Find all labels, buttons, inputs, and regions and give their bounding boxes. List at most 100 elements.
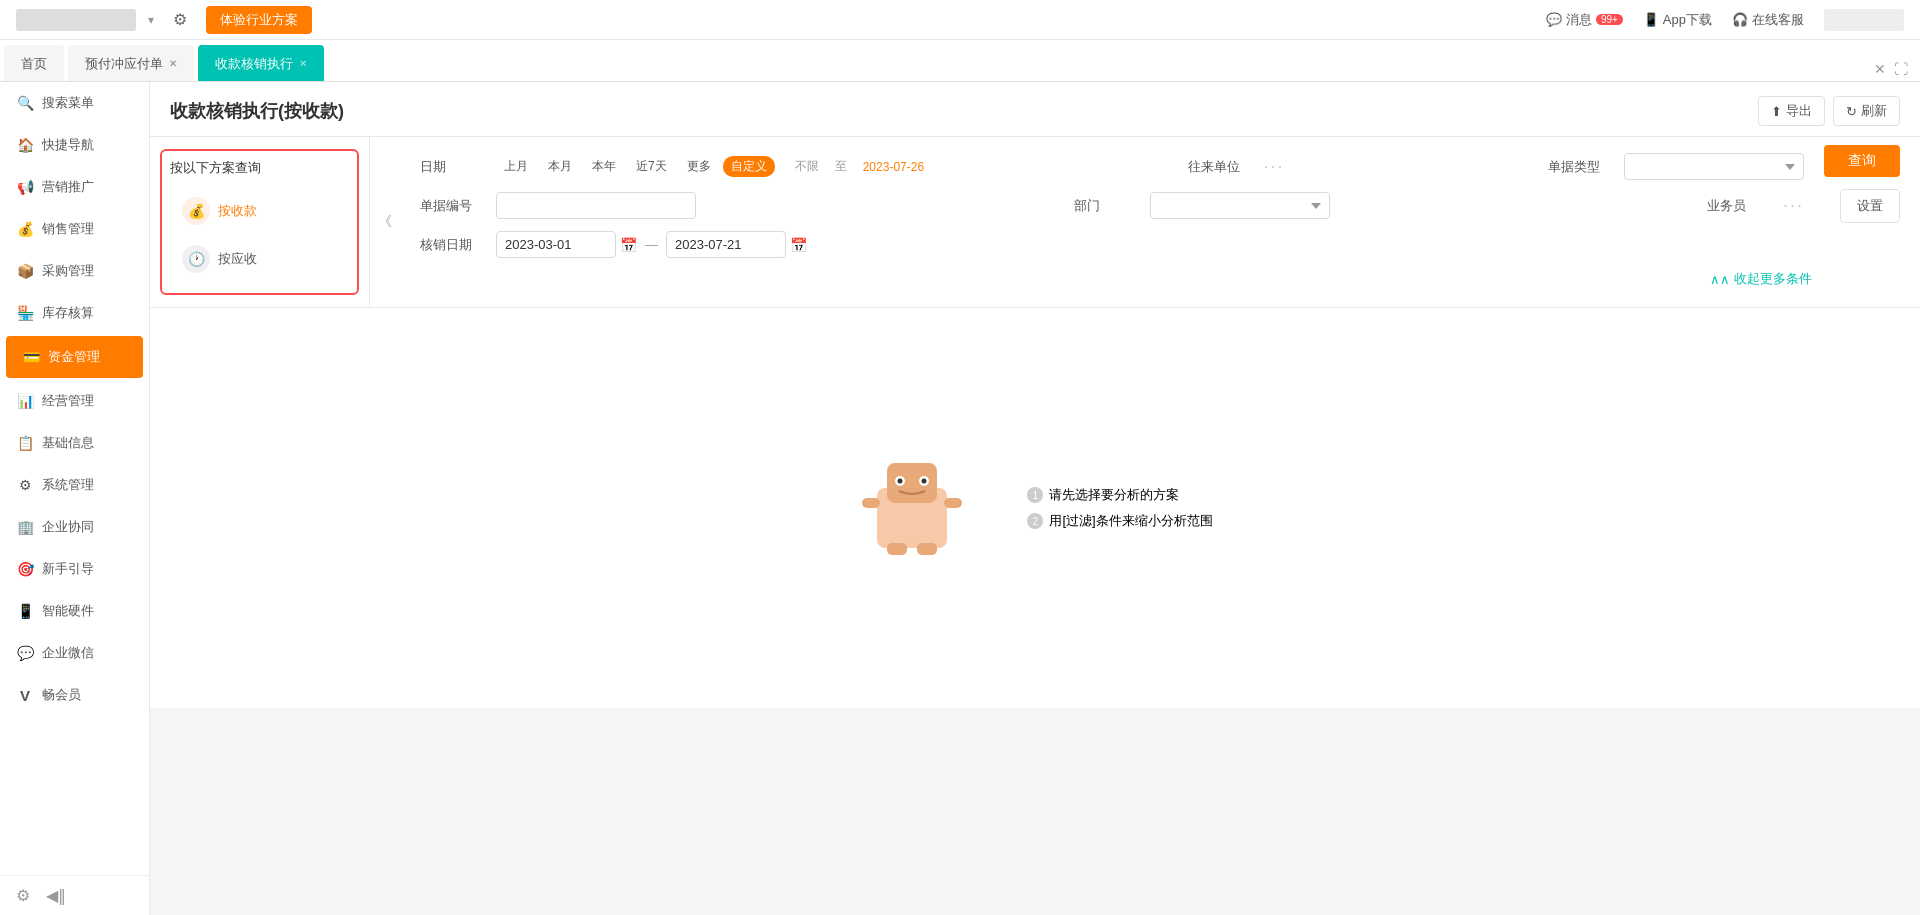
tab-receipt-label: 收款核销执行	[215, 55, 293, 73]
sidebar-item-marketing[interactable]: 📢 营销推广	[0, 166, 149, 208]
sidebar-item-search-menu[interactable]: 🔍 搜索菜单	[0, 82, 149, 124]
custom-date-badge[interactable]: 自定义	[723, 156, 775, 177]
service-icon: 🎧	[1732, 12, 1748, 27]
tab-prepay-close[interactable]: ✕	[169, 58, 177, 69]
online-service-button[interactable]: 🎧 在线客服	[1732, 11, 1804, 29]
sidebar-item-quick-nav[interactable]: 🏠 快捷导航	[0, 124, 149, 166]
date-to-value: 2023-07-26	[863, 160, 924, 174]
sidebar-item-guide[interactable]: 🎯 新手引导	[0, 548, 149, 590]
refresh-icon: ↻	[1846, 104, 1857, 119]
sidebar-item-search-menu-label: 搜索菜单	[42, 94, 94, 112]
tab-receipt-close[interactable]: ✕	[299, 58, 307, 69]
more-date-btn[interactable]: 更多	[679, 156, 719, 177]
action-buttons-col: 查询 设置	[1824, 137, 1920, 307]
filter-option-receivable[interactable]: 🕐 按应收	[170, 237, 349, 281]
collapse-more-button[interactable]: ∧∧ 收起更多条件	[1698, 266, 1824, 292]
inventory-icon: 🏪	[16, 304, 34, 322]
empty-hints: 1 请先选择要分析的方案 2 用[过滤]条件来缩小分析范围	[1027, 486, 1212, 530]
svg-rect-8	[887, 543, 907, 555]
quick-nav-icon: 🏠	[16, 136, 34, 154]
app-download-button[interactable]: 📱 App下载	[1643, 11, 1712, 29]
user-avatar[interactable]	[1824, 9, 1904, 31]
sidebar-item-vip[interactable]: V 畅会员	[0, 674, 149, 716]
maximize-icon[interactable]: ⛶	[1894, 61, 1908, 77]
bill-no-input[interactable]	[496, 192, 696, 219]
sidebar-item-marketing-label: 营销推广	[42, 178, 94, 196]
content-area: 收款核销执行(按收款) ⬆ 导出 ↻ 刷新 按以下方案查询	[150, 82, 1920, 915]
calendar-start-icon[interactable]: 📅	[620, 237, 637, 253]
filter-row-2: 单据编号 部门 业务员 ···	[400, 192, 1824, 219]
business-icon: 📊	[16, 392, 34, 410]
dept-select[interactable]	[1150, 192, 1330, 219]
sidebar-item-basic-info[interactable]: 📋 基础信息	[0, 422, 149, 464]
by-receipt-icon: 💰	[182, 197, 210, 225]
filter-scheme-title: 按以下方案查询	[170, 159, 349, 177]
tab-home[interactable]: 首页	[4, 45, 64, 81]
download-icon: 📱	[1643, 12, 1659, 27]
hint-2-text: 用[过滤]条件来缩小分析范围	[1049, 512, 1212, 530]
sidebar-item-purchase[interactable]: 📦 采购管理	[0, 250, 149, 292]
verify-date-label: 核销日期	[420, 236, 480, 254]
filter-area: 按以下方案查询 💰 按收款 🕐 按应收 《	[150, 137, 1920, 308]
collapse-more-area: ∧∧ 收起更多条件	[400, 266, 1824, 292]
sidebar-item-purchase-label: 采购管理	[42, 262, 94, 280]
verify-date-start-input[interactable]	[496, 231, 616, 258]
calendar-end-icon[interactable]: 📅	[790, 237, 807, 253]
last-7days-btn[interactable]: 近7天	[628, 156, 675, 177]
sidebar-settings-icon[interactable]: ⚙	[16, 886, 30, 905]
enterprise-icon: 🏢	[16, 518, 34, 536]
svg-point-5	[922, 479, 927, 484]
filter-left: 按以下方案查询 💰 按收款 🕐 按应收 《	[150, 137, 400, 307]
sidebar: 🔍 搜索菜单 🏠 快捷导航 📢 营销推广 💰 销售管理 📦 采购管理 🏪 库存核…	[0, 82, 150, 915]
verify-date-end-input[interactable]	[666, 231, 786, 258]
sidebar-item-system[interactable]: ⚙ 系统管理	[0, 464, 149, 506]
sidebar-item-funds[interactable]: 💳 资金管理	[6, 336, 143, 378]
sidebar-item-enterprise[interactable]: 🏢 企业协同	[0, 506, 149, 548]
robot-svg	[857, 453, 967, 563]
last-month-btn[interactable]: 上月	[496, 156, 536, 177]
query-button[interactable]: 查询	[1824, 145, 1900, 177]
tab-home-label: 首页	[21, 55, 47, 73]
staff-dots[interactable]: ···	[1783, 195, 1804, 216]
this-month-btn[interactable]: 本月	[540, 156, 580, 177]
sidebar-item-smart-hw[interactable]: 📱 智能硬件	[0, 590, 149, 632]
wechat-icon: 💬	[16, 644, 34, 662]
tab-prepay[interactable]: 预付冲应付单 ✕	[68, 45, 194, 81]
sidebar-item-business[interactable]: 📊 经营管理	[0, 380, 149, 422]
sidebar-collapse-icon[interactable]: ◀‖	[46, 886, 66, 905]
sidebar-item-inventory[interactable]: 🏪 库存核算	[0, 292, 149, 334]
sidebar-item-smart-hw-label: 智能硬件	[42, 602, 94, 620]
dept-label: 部门	[1074, 197, 1134, 215]
sidebar-item-wechat-label: 企业微信	[42, 644, 94, 662]
message-button[interactable]: 💬 消息 99+	[1546, 11, 1623, 29]
search-menu-icon: 🔍	[16, 94, 34, 112]
filter-option-receipt[interactable]: 💰 按收款	[170, 189, 349, 233]
dropdown-arrow[interactable]: ▾	[148, 13, 154, 27]
by-receivable-label: 按应收	[218, 250, 257, 268]
close-all-icon[interactable]: ✕	[1874, 61, 1886, 77]
marketing-icon: 📢	[16, 178, 34, 196]
empty-illustration	[857, 453, 967, 563]
sidebar-item-sales[interactable]: 💰 销售管理	[0, 208, 149, 250]
sidebar-item-wechat[interactable]: 💬 企业微信	[0, 632, 149, 674]
sidebar-item-business-label: 经营管理	[42, 392, 94, 410]
bill-type-select[interactable]	[1624, 153, 1804, 180]
date-to-text: 至	[835, 158, 847, 175]
settings-icon[interactable]: ⚙	[166, 6, 194, 34]
export-button[interactable]: ⬆ 导出	[1758, 96, 1825, 126]
tab-actions: ✕ ⛶	[1874, 61, 1920, 81]
solution-button[interactable]: 体验行业方案	[206, 6, 312, 34]
filter-collapse-button[interactable]: 《	[370, 137, 400, 307]
svg-point-4	[898, 479, 903, 484]
filter-row-3: 核销日期 📅 — 📅	[400, 231, 1824, 258]
refresh-button[interactable]: ↻ 刷新	[1833, 96, 1900, 126]
sidebar-item-quick-nav-label: 快捷导航	[42, 136, 94, 154]
tab-receipt[interactable]: 收款核销执行 ✕	[198, 45, 324, 81]
main-layout: 🔍 搜索菜单 🏠 快捷导航 📢 营销推广 💰 销售管理 📦 采购管理 🏪 库存核…	[0, 82, 1920, 915]
page-header-actions: ⬆ 导出 ↻ 刷新	[1758, 96, 1900, 126]
svg-rect-6	[862, 498, 880, 508]
settings-button[interactable]: 设置	[1840, 189, 1900, 223]
empty-state: 1 请先选择要分析的方案 2 用[过滤]条件来缩小分析范围	[150, 308, 1920, 708]
this-year-btn[interactable]: 本年	[584, 156, 624, 177]
partner-dots[interactable]: ···	[1264, 156, 1285, 177]
